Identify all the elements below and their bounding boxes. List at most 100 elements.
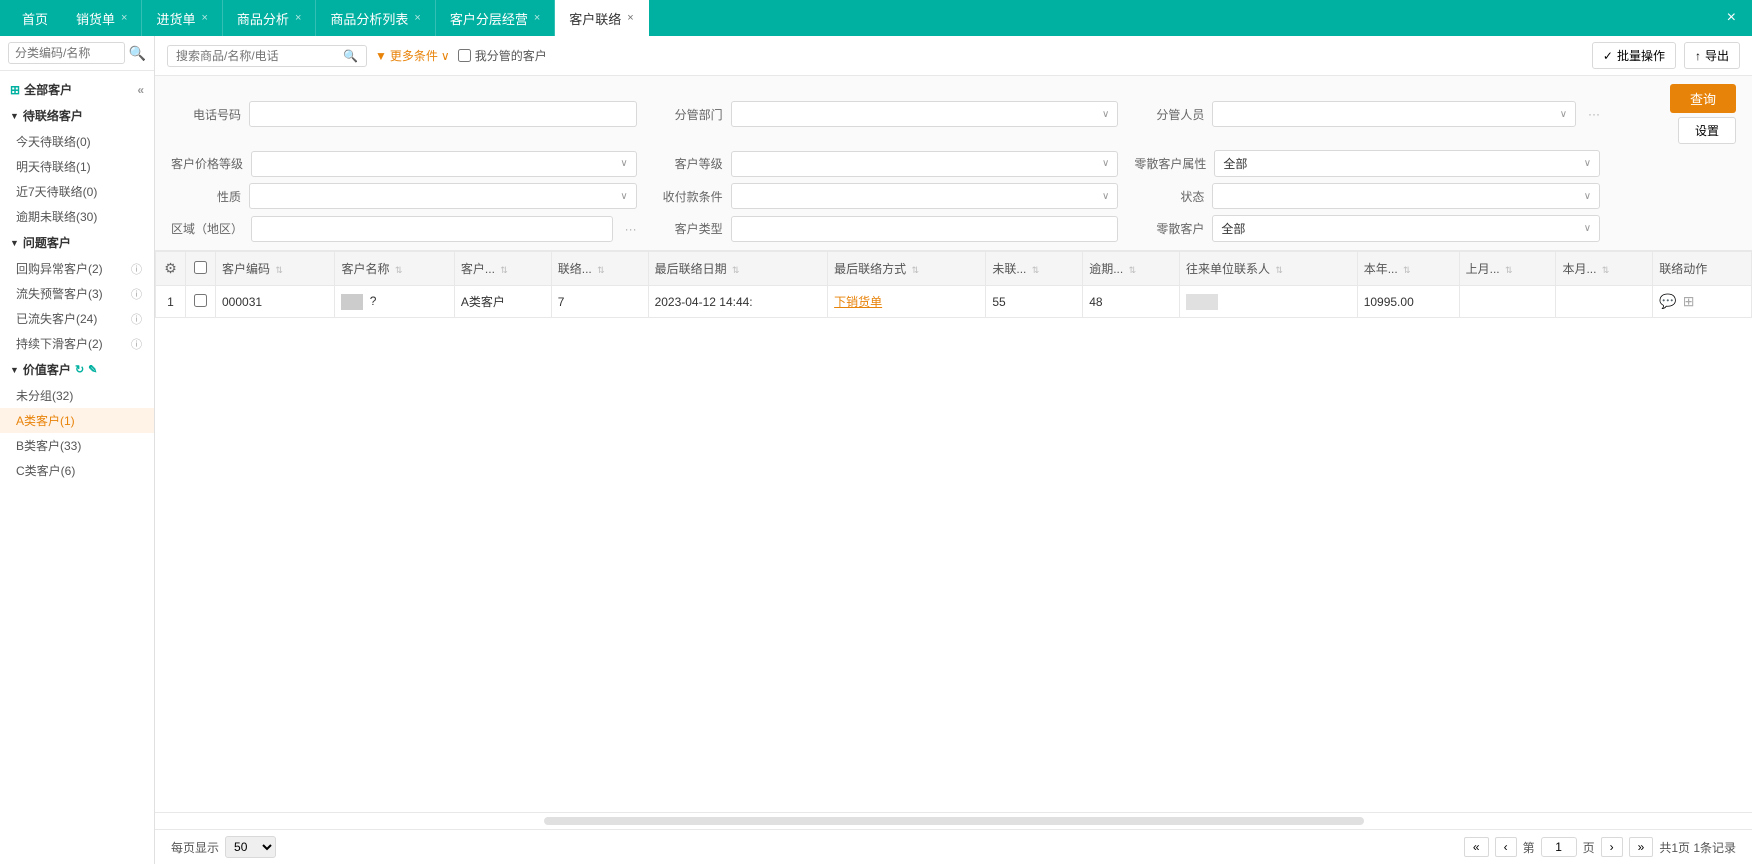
my-customers-checkbox[interactable]: 我分管的客户 — [458, 47, 547, 64]
close-all-tabs-icon[interactable]: × — [1719, 9, 1744, 27]
sidebar-item-declining[interactable]: 持续下滑客户(2) ⓘ — [0, 331, 154, 356]
sort-icon[interactable]: ⇅ — [1032, 265, 1040, 275]
filter-payment-select[interactable]: ∨ — [731, 183, 1119, 209]
filter-scatter-select[interactable]: 全部 ∨ — [1214, 150, 1600, 177]
close-icon[interactable]: × — [295, 12, 301, 24]
chevron-down-icon: ∨ — [1102, 109, 1109, 120]
sidebar-all-customers[interactable]: ⊞ 全部客户 « — [0, 77, 154, 102]
close-icon[interactable]: × — [414, 12, 420, 24]
first-page-button[interactable]: « — [1464, 837, 1489, 857]
sidebar-item-7days[interactable]: 近7天待联络(0) — [0, 179, 154, 204]
nav-tab-product-analysis[interactable]: 商品分析 × — [223, 0, 316, 36]
select-all-checkbox[interactable] — [194, 261, 207, 274]
prev-page-button[interactable]: ‹ — [1495, 837, 1517, 857]
edit-icon[interactable]: ✎ — [88, 363, 97, 376]
filter-search-input[interactable] — [176, 49, 343, 63]
gear-icon[interactable]: ⚙ — [164, 260, 177, 276]
nav-tab-customer-segment[interactable]: 客户分层经营 × — [436, 0, 555, 36]
sidebar-item-today[interactable]: 今天待联络(0) — [0, 129, 154, 154]
chevron-down-icon: ∨ — [1584, 158, 1591, 169]
sidebar-group-pending[interactable]: ▼ 待联络客户 — [0, 102, 154, 129]
filter-price-select[interactable]: ∨ — [251, 151, 637, 177]
horizontal-scrollbar[interactable] — [544, 817, 1364, 825]
col-header-last-month: 上月... ⇅ — [1459, 252, 1556, 286]
nav-tab-sales[interactable]: 销货单 × — [62, 0, 142, 36]
col-settings[interactable]: ⚙ — [156, 252, 186, 286]
my-customers-check[interactable] — [458, 49, 471, 62]
sidebar-item-churn-warning[interactable]: 流失预警客户(3) ⓘ — [0, 281, 154, 306]
contact-person-placeholder — [1186, 294, 1218, 310]
table-area: ⚙ 客户编码 ⇅ 客户名称 ⇅ — [155, 251, 1752, 864]
col-header-contact-person: 往来单位联系人 ⇅ — [1180, 252, 1358, 286]
chat-icon[interactable]: 💬 — [1659, 293, 1676, 310]
content-area: 🔍 ▼ 更多条件 ∨ 我分管的客户 ✓ 批量操作 ↑ 导出 — [155, 36, 1752, 864]
nav-tab-purchase[interactable]: 进货单 × — [142, 0, 222, 36]
row-uncontacted: 55 — [986, 286, 1083, 318]
sidebar-item-class-a[interactable]: A类客户(1) — [0, 408, 154, 433]
sidebar-item-abnormal[interactable]: 回购异常客户(2) ⓘ — [0, 256, 154, 281]
sort-icon[interactable]: ⇅ — [1275, 265, 1283, 275]
dots-icon[interactable]: ··· — [1588, 107, 1600, 121]
nav-tab-customer-contact[interactable]: 客户联络 × — [555, 0, 648, 36]
filter-region-select[interactable] — [251, 216, 613, 242]
nav-tab-product-list[interactable]: 商品分析列表 × — [316, 0, 435, 36]
filter-manager-select[interactable]: ∨ — [1212, 101, 1576, 127]
sidebar-item-churned[interactable]: 已流失客户(24) ⓘ — [0, 306, 154, 331]
sidebar-item-class-c[interactable]: C类客户(6) — [0, 458, 154, 483]
sidebar-item-overdue[interactable]: 逾期未联络(30) — [0, 204, 154, 229]
sort-icon[interactable]: ⇅ — [732, 265, 740, 275]
sidebar-collapse-icon[interactable]: « — [137, 83, 144, 97]
sort-icon[interactable]: ⇅ — [275, 265, 283, 275]
close-icon[interactable]: × — [534, 12, 540, 24]
query-button[interactable]: 查询 — [1670, 84, 1736, 113]
filter-phone-input[interactable] — [249, 101, 637, 127]
bulk-ops-button[interactable]: ✓ 批量操作 — [1592, 42, 1676, 69]
sidebar-item-tomorrow[interactable]: 明天待联络(1) — [0, 154, 154, 179]
close-icon[interactable]: × — [201, 12, 207, 24]
row-checkbox-cell[interactable] — [186, 286, 216, 318]
sidebar-item-class-b[interactable]: B类客户(33) — [0, 433, 154, 458]
close-icon[interactable]: × — [121, 12, 127, 24]
page-number-input[interactable] — [1541, 837, 1577, 857]
row-contact-count: 7 — [551, 286, 648, 318]
sort-icon[interactable]: ⇅ — [1403, 265, 1411, 275]
info-icon: ⓘ — [131, 286, 142, 302]
sort-icon[interactable]: ⇅ — [597, 265, 605, 275]
sort-icon[interactable]: ⇅ — [1602, 265, 1610, 275]
filter-button-area: 查询 设置 — [1616, 84, 1736, 144]
sort-icon[interactable]: ⇅ — [500, 265, 508, 275]
sidebar-group-value[interactable]: ▼ 价值客户 ↻ ✎ — [0, 356, 154, 383]
nav-tab-home[interactable]: 首页 — [8, 0, 62, 36]
close-icon[interactable]: × — [627, 12, 633, 24]
sort-icon[interactable]: ⇅ — [395, 265, 403, 275]
more-filters-btn[interactable]: ▼ 更多条件 ∨ — [375, 47, 450, 64]
col-header-code: 客户编码 ⇅ — [216, 252, 335, 286]
sort-icon[interactable]: ⇅ — [1129, 265, 1137, 275]
refresh-icon[interactable]: ↻ — [75, 363, 84, 376]
export-button[interactable]: ↑ 导出 — [1684, 42, 1740, 69]
last-page-button[interactable]: » — [1629, 837, 1654, 857]
sidebar-search-icon[interactable]: 🔍 — [129, 45, 146, 62]
settings-button[interactable]: 设置 — [1678, 117, 1736, 144]
sidebar: 🔍 ⊞ 全部客户 « ▼ 待联络客户 今天待联络(0) 明天 — [0, 36, 155, 864]
filter-scatter-cust-select[interactable]: 全部 ∨ — [1212, 215, 1600, 242]
sidebar-item-unclassified[interactable]: 未分组(32) — [0, 383, 154, 408]
filter-dept-select[interactable]: ∨ — [731, 101, 1119, 127]
next-page-button[interactable]: › — [1601, 837, 1623, 857]
filter-status-select[interactable]: ∨ — [1212, 183, 1600, 209]
sidebar-group-problem[interactable]: ▼ 问题客户 — [0, 229, 154, 256]
sidebar-search-input[interactable] — [8, 42, 125, 64]
per-page-select[interactable]: 50 100 200 — [225, 836, 276, 858]
page-size-selector: 每页显示 50 100 200 — [171, 836, 276, 858]
sort-icon[interactable]: ⇅ — [911, 265, 919, 275]
col-checkbox[interactable] — [186, 252, 216, 286]
sort-icon[interactable]: ⇅ — [1505, 265, 1513, 275]
filter-level-select[interactable]: ∨ — [731, 151, 1119, 177]
filter-payment: 收付款条件 ∨ — [653, 183, 1135, 209]
filter-nature-select[interactable]: ∨ — [249, 183, 637, 209]
dots-icon[interactable]: ··· — [625, 222, 637, 236]
filter-type-select[interactable] — [731, 216, 1119, 242]
grid-icon[interactable]: ⊞ — [1683, 293, 1695, 310]
row-checkbox[interactable] — [194, 294, 207, 307]
sidebar-search-area: 🔍 — [0, 36, 154, 71]
